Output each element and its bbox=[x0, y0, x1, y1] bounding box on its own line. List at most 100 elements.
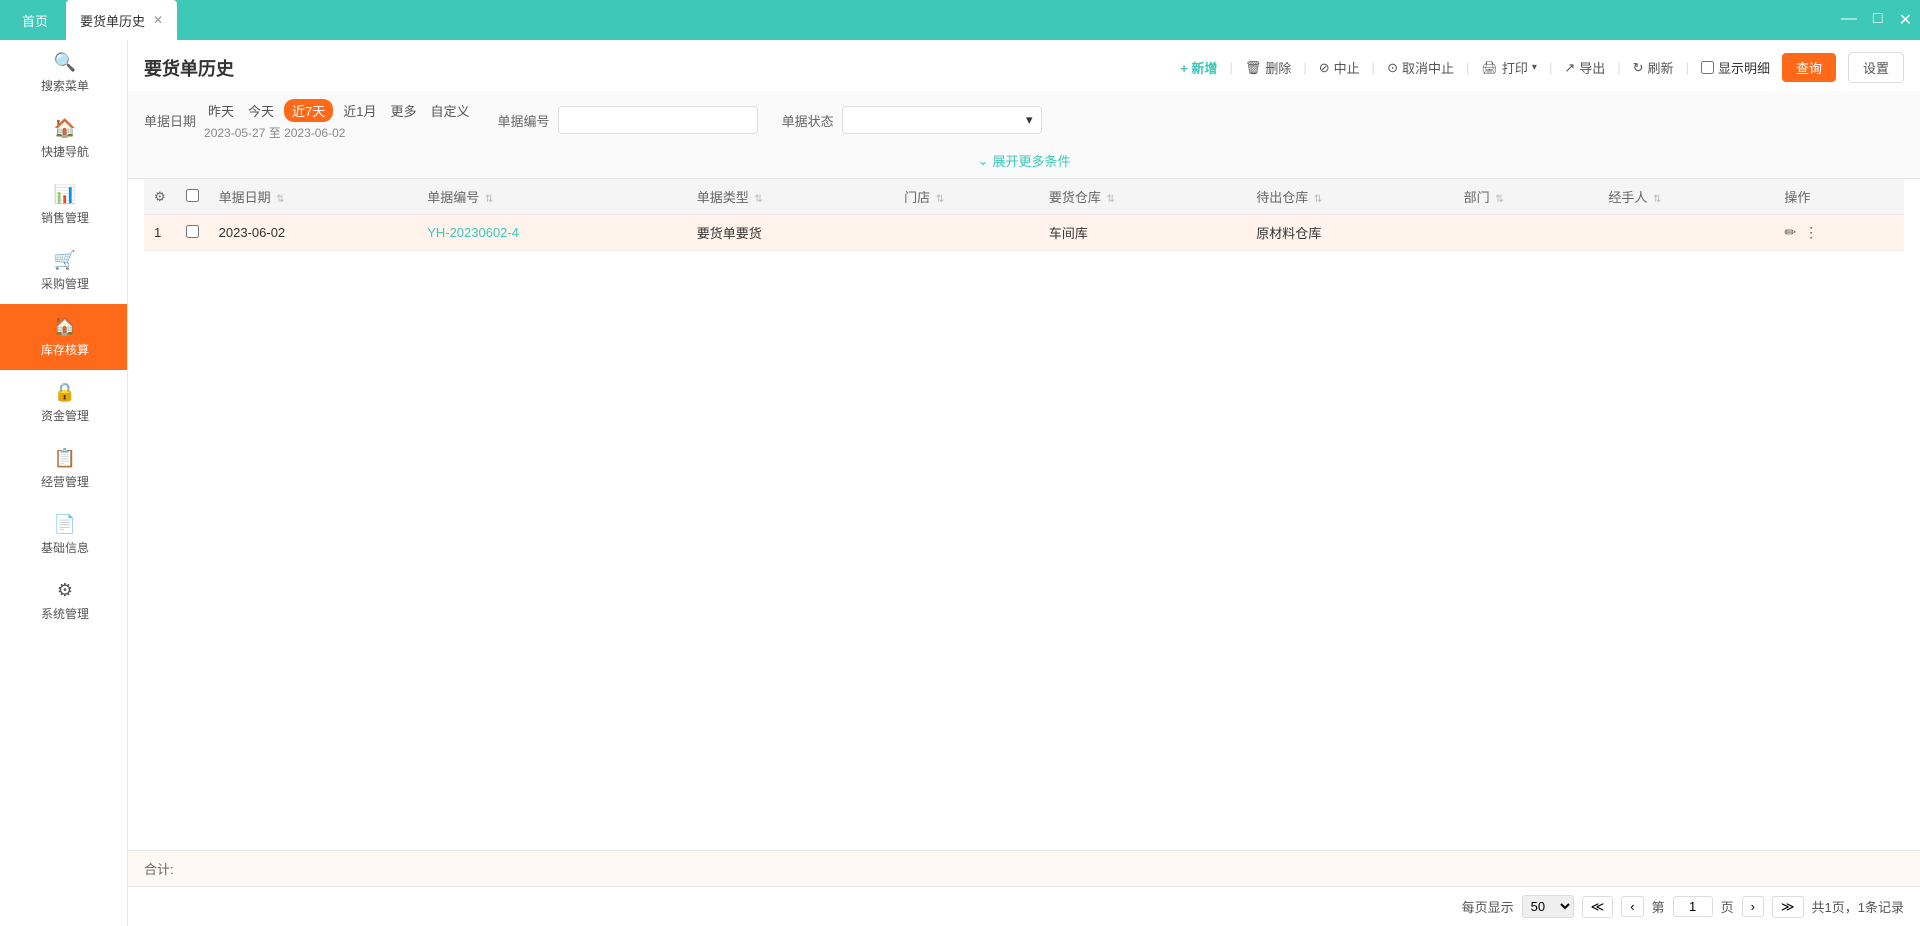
export-label: 导出 bbox=[1579, 58, 1605, 77]
pagination: 每页显示 50 20 100 200 ≪ ‹ 第 页 › ≫ 共1页，1条记录 bbox=[128, 886, 1920, 926]
sidebar-item-finance[interactable]: 🔒 资金管理 bbox=[0, 370, 127, 436]
cancel-stop-button[interactable]: ⊙ 取消中止 bbox=[1387, 58, 1454, 77]
table-header-row: ⚙ 单据日期 ⇅ 单据编号 ⇅ 单据类型 bbox=[144, 179, 1904, 215]
order-no-link[interactable]: YH-20230602-4 bbox=[427, 225, 519, 240]
top-bar: 首页 要货单历史 ✕ — □ ✕ bbox=[0, 0, 1920, 40]
sidebar-item-purchase[interactable]: 🛒 采购管理 bbox=[0, 238, 127, 304]
new-button[interactable]: + 新增 bbox=[1180, 58, 1217, 77]
footer-total: 合计: bbox=[128, 850, 1920, 886]
sort-order-type-icon[interactable]: ⇅ bbox=[754, 194, 762, 205]
page-title: 要货单历史 bbox=[144, 55, 234, 81]
tab-close-icon[interactable]: ✕ bbox=[153, 13, 163, 27]
td-pending-warehouse: 原材料仓库 bbox=[1246, 215, 1453, 251]
th-store: 门店 ⇅ bbox=[894, 179, 1039, 215]
settings-button[interactable]: 设置 bbox=[1848, 52, 1904, 83]
sidebar-item-quick-nav[interactable]: 🏠 快捷导航 bbox=[0, 106, 127, 172]
th-order-type: 单据类型 ⇅ bbox=[687, 179, 894, 215]
sidebar-item-quick-nav-label: 快捷导航 bbox=[41, 143, 89, 160]
sort-order-no-icon[interactable]: ⇅ bbox=[485, 194, 493, 205]
toolbar: + 新增 | 🗑 删除 | ⊘ 中止 | ⊙ 取消中止 | 🖨 bbox=[1180, 52, 1904, 83]
tab-order-history[interactable]: 要货单历史 ✕ bbox=[66, 0, 177, 40]
tab-home-label: 首页 bbox=[22, 11, 48, 30]
status-select[interactable]: ▾ bbox=[842, 106, 1042, 134]
sidebar-item-search-menu[interactable]: 🔍 搜索菜单 bbox=[0, 40, 127, 106]
cancel-stop-icon: ⊙ bbox=[1387, 60, 1398, 76]
th-department: 部门 ⇅ bbox=[1454, 179, 1599, 215]
edit-icon[interactable]: ✏ bbox=[1784, 224, 1796, 241]
td-store bbox=[894, 215, 1039, 251]
order-no-input[interactable] bbox=[558, 106, 758, 134]
expand-label: 展开更多条件 bbox=[992, 151, 1070, 170]
close-icon[interactable]: ✕ bbox=[1899, 10, 1912, 30]
date-buttons: 昨天 今天 近7天 近1月 更多 自定义 bbox=[204, 99, 474, 122]
refresh-button[interactable]: ↻ 刷新 bbox=[1633, 58, 1674, 77]
sidebar-item-operations[interactable]: 📋 经营管理 bbox=[0, 436, 127, 502]
date-range-display: 2023-05-27 至 2023-06-02 bbox=[204, 124, 474, 141]
td-order-no: YH-20230602-4 bbox=[417, 215, 687, 251]
data-table: ⚙ 单据日期 ⇅ 单据编号 ⇅ 单据类型 bbox=[144, 179, 1904, 251]
page-header: 要货单历史 + 新增 | 🗑 删除 | ⊘ 中止 | ⊙ 取消中止 | bbox=[128, 40, 1920, 91]
page-input[interactable] bbox=[1673, 896, 1713, 917]
stop-label: 中止 bbox=[1334, 58, 1360, 77]
print-button[interactable]: 🖨 打印 ▾ bbox=[1481, 58, 1537, 77]
sort-date-icon[interactable]: ⇅ bbox=[276, 194, 284, 205]
expand-row: ⌄ 展开更多条件 bbox=[144, 145, 1904, 170]
page-size-select[interactable]: 50 20 100 200 bbox=[1522, 895, 1574, 918]
sidebar-item-basic-info[interactable]: 📄 基础信息 bbox=[0, 502, 127, 568]
sort-department-icon[interactable]: ⇅ bbox=[1495, 194, 1503, 205]
export-icon: ↗ bbox=[1564, 60, 1575, 76]
export-button[interactable]: ↗ 导出 bbox=[1564, 58, 1605, 77]
inventory-icon: 🏠 bbox=[54, 316, 76, 337]
table-area: ⚙ 单据日期 ⇅ 单据编号 ⇅ 单据类型 bbox=[128, 179, 1920, 850]
date-btn-yesterday[interactable]: 昨天 bbox=[204, 99, 238, 122]
sort-handler-icon[interactable]: ⇅ bbox=[1653, 194, 1661, 205]
td-req-warehouse: 车间库 bbox=[1039, 215, 1246, 251]
row-checkbox[interactable] bbox=[186, 225, 199, 238]
stop-button[interactable]: ⊘ 中止 bbox=[1319, 58, 1360, 77]
tab-home[interactable]: 首页 bbox=[8, 0, 62, 40]
th-handler: 经手人 ⇅ bbox=[1598, 179, 1774, 215]
sidebar-item-finance-label: 资金管理 bbox=[41, 407, 89, 424]
print-dropdown-icon: ▾ bbox=[1532, 62, 1537, 73]
prev-page-btn[interactable]: ‹ bbox=[1621, 896, 1643, 917]
more-icon[interactable]: ⋮ bbox=[1804, 224, 1818, 241]
delete-button[interactable]: 🗑 删除 bbox=[1245, 58, 1292, 77]
td-department bbox=[1454, 215, 1599, 251]
th-pending-warehouse: 待出仓库 ⇅ bbox=[1246, 179, 1453, 215]
expand-conditions-btn[interactable]: ⌄ 展开更多条件 bbox=[978, 151, 1071, 170]
th-order-type-label: 单据类型 bbox=[697, 190, 749, 205]
status-label: 单据状态 bbox=[782, 111, 834, 130]
date-filter-label: 单据日期 bbox=[144, 111, 196, 130]
sidebar-item-system[interactable]: ⚙ 系统管理 bbox=[0, 568, 127, 634]
display-detail-label: 显示明细 bbox=[1718, 58, 1770, 77]
last-page-btn[interactable]: ≫ bbox=[1772, 896, 1804, 918]
sidebar-item-search-menu-label: 搜索菜单 bbox=[41, 77, 89, 94]
sidebar-item-sales[interactable]: 📊 销售管理 bbox=[0, 172, 127, 238]
date-btn-custom[interactable]: 自定义 bbox=[427, 99, 474, 122]
sort-req-warehouse-icon[interactable]: ⇅ bbox=[1106, 194, 1114, 205]
main-layout: 🔍 搜索菜单 🏠 快捷导航 📊 销售管理 🛒 采购管理 🏠 库存核算 🔒 资金管… bbox=[0, 40, 1920, 926]
first-page-btn[interactable]: ≪ bbox=[1582, 896, 1614, 918]
table-body: 1 2023-06-02 YH-20230602-4 要货单要货 车间库 原材料… bbox=[144, 215, 1904, 251]
divider-6: | bbox=[1617, 60, 1620, 75]
divider-1: | bbox=[1229, 60, 1232, 75]
sales-icon: 📊 bbox=[54, 184, 76, 205]
minimize-icon[interactable]: — bbox=[1841, 10, 1857, 30]
display-detail-checkbox[interactable] bbox=[1701, 61, 1714, 74]
date-btn-7days[interactable]: 近7天 bbox=[284, 99, 333, 122]
date-btn-more[interactable]: 更多 bbox=[387, 99, 421, 122]
th-order-no: 单据编号 ⇅ bbox=[417, 179, 687, 215]
display-detail-checkbox-wrap[interactable]: 显示明细 bbox=[1701, 58, 1770, 77]
page-label-suffix: 页 bbox=[1721, 897, 1734, 916]
next-page-btn[interactable]: › bbox=[1742, 896, 1764, 917]
date-btn-today[interactable]: 今天 bbox=[244, 99, 278, 122]
th-store-label: 门店 bbox=[904, 190, 930, 205]
sort-pending-warehouse-icon[interactable]: ⇅ bbox=[1314, 194, 1322, 205]
maximize-icon[interactable]: □ bbox=[1873, 10, 1883, 30]
query-button[interactable]: 查询 bbox=[1782, 53, 1836, 82]
order-no-filter: 单据编号 bbox=[498, 106, 758, 134]
select-all-checkbox[interactable] bbox=[186, 189, 199, 202]
date-btn-1month[interactable]: 近1月 bbox=[339, 99, 380, 122]
sidebar-item-inventory[interactable]: 🏠 库存核算 bbox=[0, 304, 127, 370]
sort-store-icon[interactable]: ⇅ bbox=[936, 194, 944, 205]
